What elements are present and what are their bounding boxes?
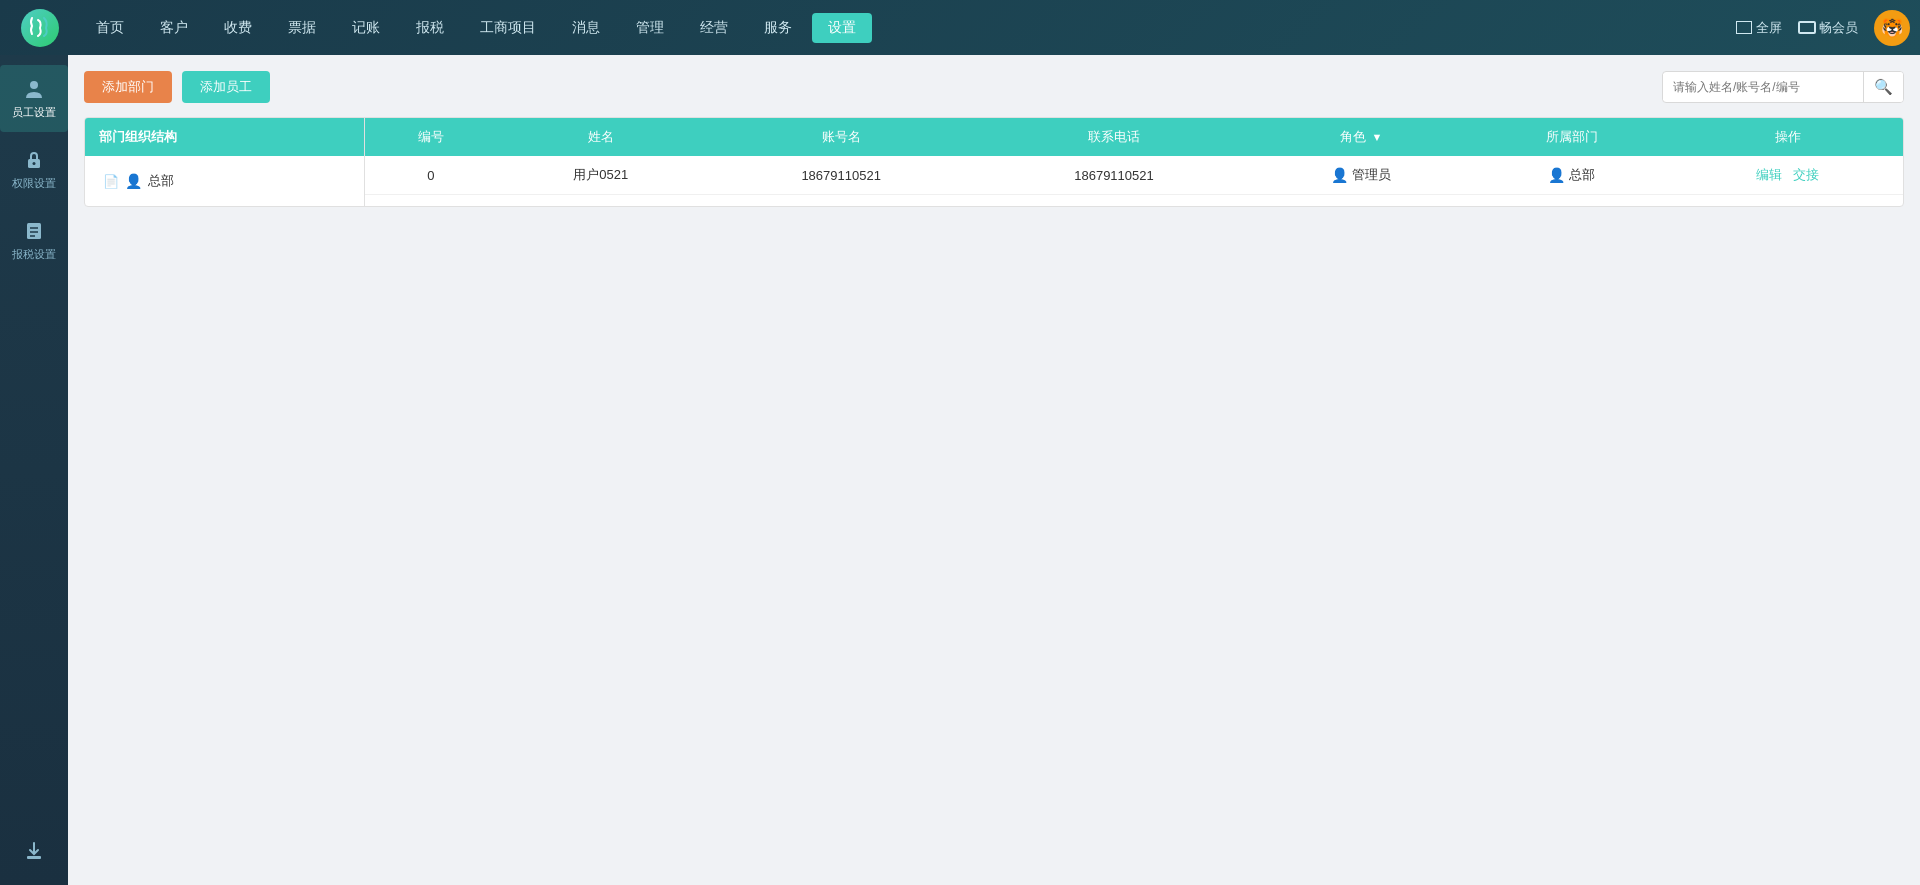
- nav-item-service[interactable]: 服务: [748, 13, 808, 43]
- nav-item-fees[interactable]: 收费: [208, 13, 268, 43]
- col-phone: 联系电话: [978, 118, 1251, 156]
- search-button[interactable]: 🔍: [1863, 72, 1903, 102]
- content-area: 添加部门 添加员工 🔍 部门组织结构 📄 👤 总部: [68, 55, 1920, 885]
- add-dept-button[interactable]: 添加部门: [84, 71, 172, 103]
- sidebar-download-btn[interactable]: [0, 827, 68, 875]
- download-icon: [22, 839, 46, 863]
- sidebar-item-tax-settings[interactable]: 报税设置: [0, 207, 68, 274]
- cell-account: 18679110521: [705, 156, 978, 195]
- nav-item-message[interactable]: 消息: [556, 13, 616, 43]
- dept-tree: 部门组织结构 📄 👤 总部: [85, 118, 365, 206]
- col-dept: 所属部门: [1472, 118, 1672, 156]
- search-icon: 🔍: [1874, 78, 1893, 95]
- avatar-icon: 🐯: [1881, 17, 1903, 39]
- cell-phone: 18679110521: [978, 156, 1251, 195]
- nav-item-manage[interactable]: 管理: [620, 13, 680, 43]
- edit-link[interactable]: 编辑: [1756, 167, 1782, 182]
- nav-item-home[interactable]: 首页: [80, 13, 140, 43]
- table-header-row: 编号 姓名 账号名 联系电话 角色 ▼ 所属部门 操作: [365, 118, 1903, 156]
- sidebar-item-employee-label: 员工设置: [12, 105, 56, 120]
- col-account: 账号名: [705, 118, 978, 156]
- nav-item-settings[interactable]: 设置: [812, 13, 872, 43]
- permissions-icon: [22, 148, 46, 172]
- sidebar-item-employee-settings[interactable]: 员工设置: [0, 65, 68, 132]
- svg-point-0: [30, 81, 38, 89]
- emp-table: 编号 姓名 账号名 联系电话 角色 ▼ 所属部门 操作: [365, 118, 1903, 206]
- add-emp-button[interactable]: 添加员工: [182, 71, 270, 103]
- employee-settings-icon: [22, 77, 46, 101]
- vip-label: 畅会员: [1819, 19, 1858, 37]
- role-label: 管理员: [1352, 166, 1391, 184]
- dept-tree-body: 📄 👤 总部: [85, 156, 364, 206]
- cell-name: 用户0521: [497, 156, 705, 195]
- fullscreen-label: 全屏: [1756, 19, 1782, 37]
- cell-role: 👤 管理员: [1250, 156, 1471, 195]
- nav-item-operation[interactable]: 经营: [684, 13, 744, 43]
- sidebar-item-permissions[interactable]: 权限设置: [0, 136, 68, 203]
- nav-item-tax[interactable]: 报税: [400, 13, 460, 43]
- vip-icon: [1798, 21, 1816, 34]
- file-icon: 📄: [103, 174, 119, 189]
- svg-point-2: [33, 162, 36, 165]
- fullscreen-icon: [1736, 21, 1752, 34]
- transfer-link[interactable]: 交接: [1793, 167, 1819, 182]
- cell-id: 0: [365, 156, 497, 195]
- col-actions: 操作: [1672, 118, 1903, 156]
- main-layout: 员工设置 权限设置 报税设置: [0, 55, 1920, 885]
- nav-right: 全屏 畅会员 🐯: [1736, 10, 1910, 46]
- sidebar: 员工设置 权限设置 报税设置: [0, 55, 68, 885]
- col-name: 姓名: [497, 118, 705, 156]
- top-navigation: 首页 客户 收费 票据 记账 报税 工商项目 消息 管理 经营 服务 设置 全屏…: [0, 0, 1920, 55]
- role-filter-icon: ▼: [1371, 131, 1382, 143]
- dept-tree-header: 部门组织结构: [85, 118, 364, 156]
- logo-icon: [21, 9, 59, 47]
- nav-item-bizproject[interactable]: 工商项目: [464, 13, 552, 43]
- employee-table: 编号 姓名 账号名 联系电话 角色 ▼ 所属部门 操作: [365, 118, 1903, 195]
- nav-item-customer[interactable]: 客户: [144, 13, 204, 43]
- svg-rect-7: [27, 856, 41, 859]
- vip-btn[interactable]: 畅会员: [1798, 19, 1858, 37]
- sidebar-item-tax-label: 报税设置: [12, 247, 56, 262]
- col-id: 编号: [365, 118, 497, 156]
- search-input[interactable]: [1663, 74, 1863, 100]
- dept-item-label: 总部: [148, 172, 174, 190]
- fullscreen-btn[interactable]: 全屏: [1736, 19, 1782, 37]
- search-box: 🔍: [1662, 71, 1904, 103]
- nav-item-invoice[interactable]: 票据: [272, 13, 332, 43]
- dept-label: 总部: [1569, 166, 1595, 184]
- tax-settings-icon: [22, 219, 46, 243]
- panel-layout: 部门组织结构 📄 👤 总部 编号 姓名 账号名: [84, 117, 1904, 207]
- dept-person-icon: 👤: [1548, 167, 1565, 183]
- cell-dept: 👤 总部: [1472, 156, 1672, 195]
- cell-actions: 编辑 交接: [1672, 156, 1903, 195]
- user-avatar[interactable]: 🐯: [1874, 10, 1910, 46]
- nav-items: 首页 客户 收费 票据 记账 报税 工商项目 消息 管理 经营 服务 设置: [70, 13, 1736, 43]
- nav-item-accounting[interactable]: 记账: [336, 13, 396, 43]
- role-person-icon: 👤: [1331, 167, 1348, 183]
- logo: [10, 0, 70, 55]
- dept-item-general[interactable]: 📄 👤 总部: [95, 166, 354, 196]
- col-role[interactable]: 角色 ▼: [1250, 118, 1471, 156]
- dept-person-icon: 👤: [125, 173, 142, 189]
- toolbar: 添加部门 添加员工 🔍: [84, 71, 1904, 103]
- table-row: 0 用户0521 18679110521 18679110521 👤 管理员 👤…: [365, 156, 1903, 195]
- sidebar-item-permissions-label: 权限设置: [12, 176, 56, 191]
